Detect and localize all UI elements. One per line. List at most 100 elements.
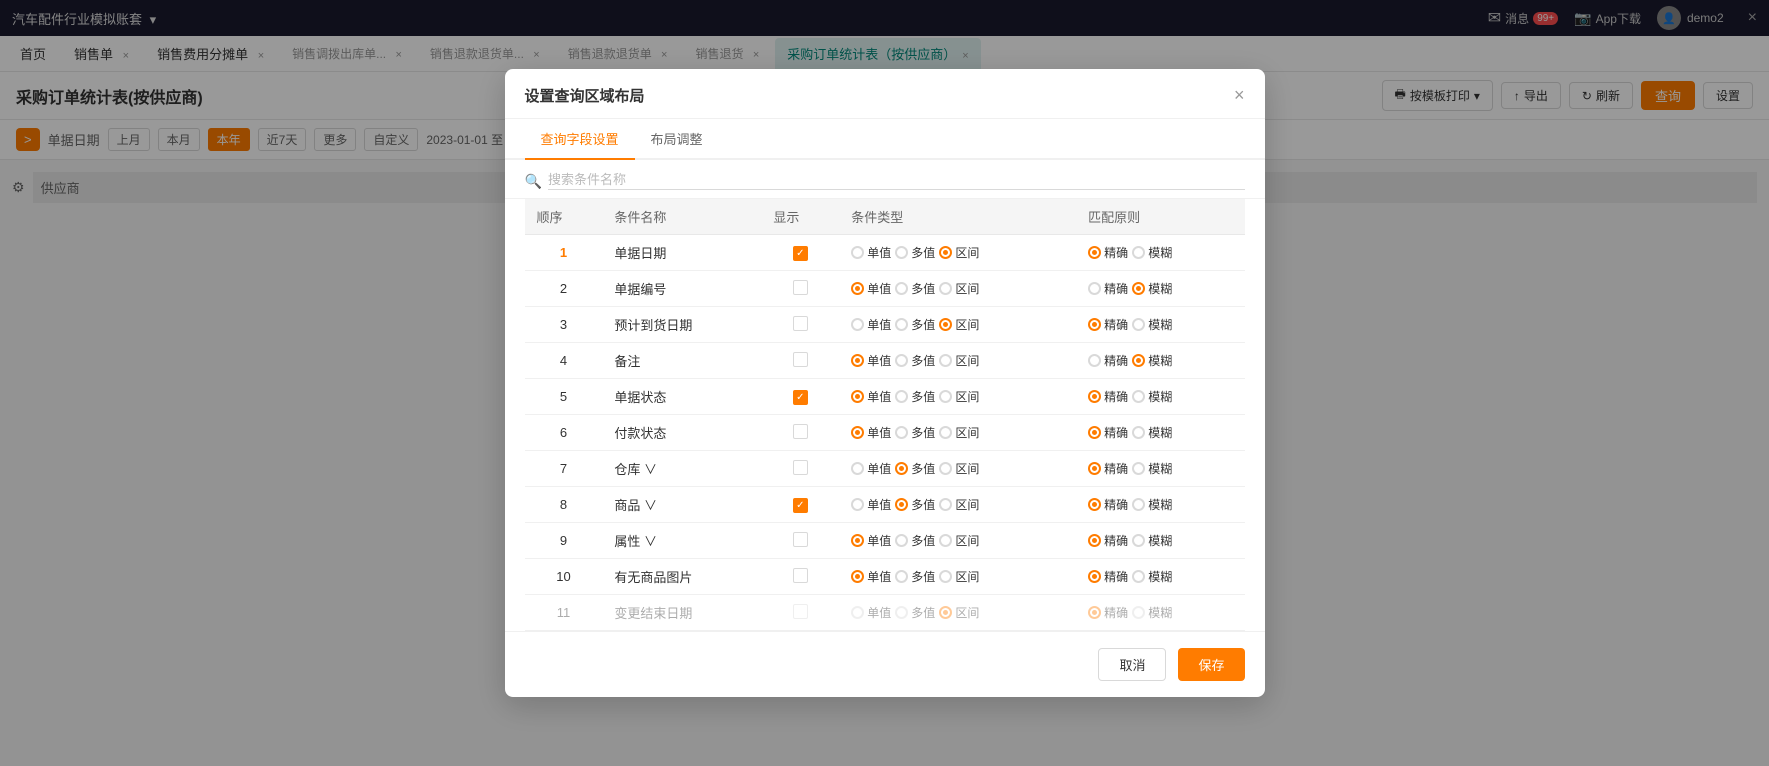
radio-condition-多值[interactable]: 多值: [895, 352, 935, 369]
row-match-rule: 精确模糊: [1076, 487, 1244, 523]
radio-match-精确[interactable]: 精确: [1088, 568, 1128, 585]
row-order: 8: [525, 487, 603, 523]
table-row: 2单据编号单值多值区间精确模糊: [525, 271, 1245, 307]
radio-condition-区间[interactable]: 区间: [939, 460, 979, 477]
radio-match-模糊[interactable]: 模糊: [1132, 316, 1172, 333]
radio-match-模糊[interactable]: 模糊: [1132, 496, 1172, 513]
radio-condition-区间[interactable]: 区间: [939, 316, 979, 333]
row-order: 1: [525, 235, 603, 271]
radio-condition-区间[interactable]: 区间: [939, 604, 979, 621]
checkbox-unchecked[interactable]: [793, 316, 808, 331]
radio-condition-区间[interactable]: 区间: [939, 280, 979, 297]
radio-match-模糊[interactable]: 模糊: [1132, 568, 1172, 585]
radio-condition-单值[interactable]: 单值: [851, 460, 891, 477]
radio-match-精确[interactable]: 精确: [1088, 280, 1128, 297]
radio-condition-单值[interactable]: 单值: [851, 568, 891, 585]
radio-condition-区间[interactable]: 区间: [939, 424, 979, 441]
checkbox-unchecked[interactable]: [793, 568, 808, 583]
radio-condition-区间[interactable]: 区间: [939, 532, 979, 549]
radio-condition-多值[interactable]: 多值: [895, 316, 935, 333]
row-condition-type: 单值多值区间: [839, 379, 1076, 415]
radio-condition-单值[interactable]: 单值: [851, 424, 891, 441]
row-show-checkbox[interactable]: [761, 271, 839, 307]
row-order: 3: [525, 307, 603, 343]
search-input[interactable]: [548, 172, 748, 187]
checkbox-checked[interactable]: ✓: [793, 246, 808, 261]
radio-match-模糊[interactable]: 模糊: [1132, 460, 1172, 477]
radio-match-模糊[interactable]: 模糊: [1132, 280, 1172, 297]
checkbox-unchecked[interactable]: [793, 460, 808, 475]
radio-condition-多值[interactable]: 多值: [895, 244, 935, 261]
row-show-checkbox[interactable]: [761, 595, 839, 631]
row-show-checkbox[interactable]: [761, 343, 839, 379]
radio-condition-单值[interactable]: 单值: [851, 280, 891, 297]
modal-tab-query-fields[interactable]: 查询字段设置: [525, 119, 635, 160]
radio-condition-单值[interactable]: 单值: [851, 388, 891, 405]
radio-condition-多值[interactable]: 多值: [895, 460, 935, 477]
radio-match-模糊[interactable]: 模糊: [1132, 388, 1172, 405]
row-condition-name: 有无商品图片: [602, 559, 761, 595]
radio-match-模糊[interactable]: 模糊: [1132, 604, 1172, 621]
radio-condition-多值[interactable]: 多值: [895, 568, 935, 585]
radio-match-精确[interactable]: 精确: [1088, 496, 1128, 513]
table-row: 10有无商品图片 单值多值区间 精确模糊: [525, 559, 1245, 595]
radio-condition-单值[interactable]: 单值: [851, 496, 891, 513]
modal-table-scroll[interactable]: 顺序 条件名称 显示 条件类型 匹配原则 1单据日期✓单值多值区间精确模糊2单据…: [505, 199, 1265, 631]
row-show-checkbox[interactable]: [761, 451, 839, 487]
table-row: 8商品 ∨✓单值多值区间精确模糊: [525, 487, 1245, 523]
row-show-checkbox[interactable]: [761, 559, 839, 595]
radio-match-精确[interactable]: 精确: [1088, 388, 1128, 405]
modal-tab-layout[interactable]: 布局调整: [635, 119, 719, 160]
radio-match-精确[interactable]: 精确: [1088, 604, 1128, 621]
radio-condition-多值[interactable]: 多值: [895, 532, 935, 549]
checkbox-unchecked[interactable]: [793, 424, 808, 439]
save-button[interactable]: 保存: [1178, 648, 1244, 681]
checkbox-unchecked[interactable]: [793, 280, 808, 295]
row-show-checkbox[interactable]: [761, 307, 839, 343]
radio-condition-单值[interactable]: 单值: [851, 244, 891, 261]
row-show-checkbox[interactable]: ✓: [761, 487, 839, 523]
row-match-rule: 精确模糊: [1076, 235, 1244, 271]
row-condition-name: 仓库 ∨: [602, 451, 761, 487]
row-order: 7: [525, 451, 603, 487]
radio-match-模糊[interactable]: 模糊: [1132, 532, 1172, 549]
table-row: 7仓库 ∨ 单值多值区间 精确模糊: [525, 451, 1245, 487]
radio-condition-区间[interactable]: 区间: [939, 496, 979, 513]
modal-header: 设置查询区域布局 ×: [505, 69, 1265, 119]
radio-condition-多值[interactable]: 多值: [895, 604, 935, 621]
cancel-button[interactable]: 取消: [1098, 648, 1166, 681]
radio-condition-区间[interactable]: 区间: [939, 244, 979, 261]
radio-condition-区间[interactable]: 区间: [939, 388, 979, 405]
radio-match-精确[interactable]: 精确: [1088, 316, 1128, 333]
checkbox-unchecked[interactable]: [793, 604, 808, 619]
radio-match-模糊[interactable]: 模糊: [1132, 352, 1172, 369]
radio-match-精确[interactable]: 精确: [1088, 244, 1128, 261]
row-order: 10: [525, 559, 603, 595]
radio-condition-多值[interactable]: 多值: [895, 280, 935, 297]
modal-body: 顺序 条件名称 显示 条件类型 匹配原则 1单据日期✓单值多值区间精确模糊2单据…: [505, 199, 1265, 631]
row-show-checkbox[interactable]: [761, 523, 839, 559]
radio-condition-区间[interactable]: 区间: [939, 352, 979, 369]
radio-condition-多值[interactable]: 多值: [895, 424, 935, 441]
radio-condition-多值[interactable]: 多值: [895, 388, 935, 405]
radio-condition-单值[interactable]: 单值: [851, 316, 891, 333]
checkbox-checked[interactable]: ✓: [793, 498, 808, 513]
radio-condition-多值[interactable]: 多值: [895, 496, 935, 513]
checkbox-unchecked[interactable]: [793, 352, 808, 367]
radio-condition-单值[interactable]: 单值: [851, 532, 891, 549]
checkbox-unchecked[interactable]: [793, 532, 808, 547]
row-show-checkbox[interactable]: ✓: [761, 379, 839, 415]
row-show-checkbox[interactable]: ✓: [761, 235, 839, 271]
checkbox-checked[interactable]: ✓: [793, 390, 808, 405]
row-show-checkbox[interactable]: [761, 415, 839, 451]
radio-match-模糊[interactable]: 模糊: [1132, 424, 1172, 441]
radio-condition-单值[interactable]: 单值: [851, 604, 891, 621]
radio-match-精确[interactable]: 精确: [1088, 352, 1128, 369]
radio-match-精确[interactable]: 精确: [1088, 424, 1128, 441]
modal-close-button[interactable]: ×: [1234, 85, 1245, 118]
radio-match-精确[interactable]: 精确: [1088, 532, 1128, 549]
radio-condition-区间[interactable]: 区间: [939, 568, 979, 585]
radio-condition-单值[interactable]: 单值: [851, 352, 891, 369]
radio-match-精确[interactable]: 精确: [1088, 460, 1128, 477]
radio-match-模糊[interactable]: 模糊: [1132, 244, 1172, 261]
